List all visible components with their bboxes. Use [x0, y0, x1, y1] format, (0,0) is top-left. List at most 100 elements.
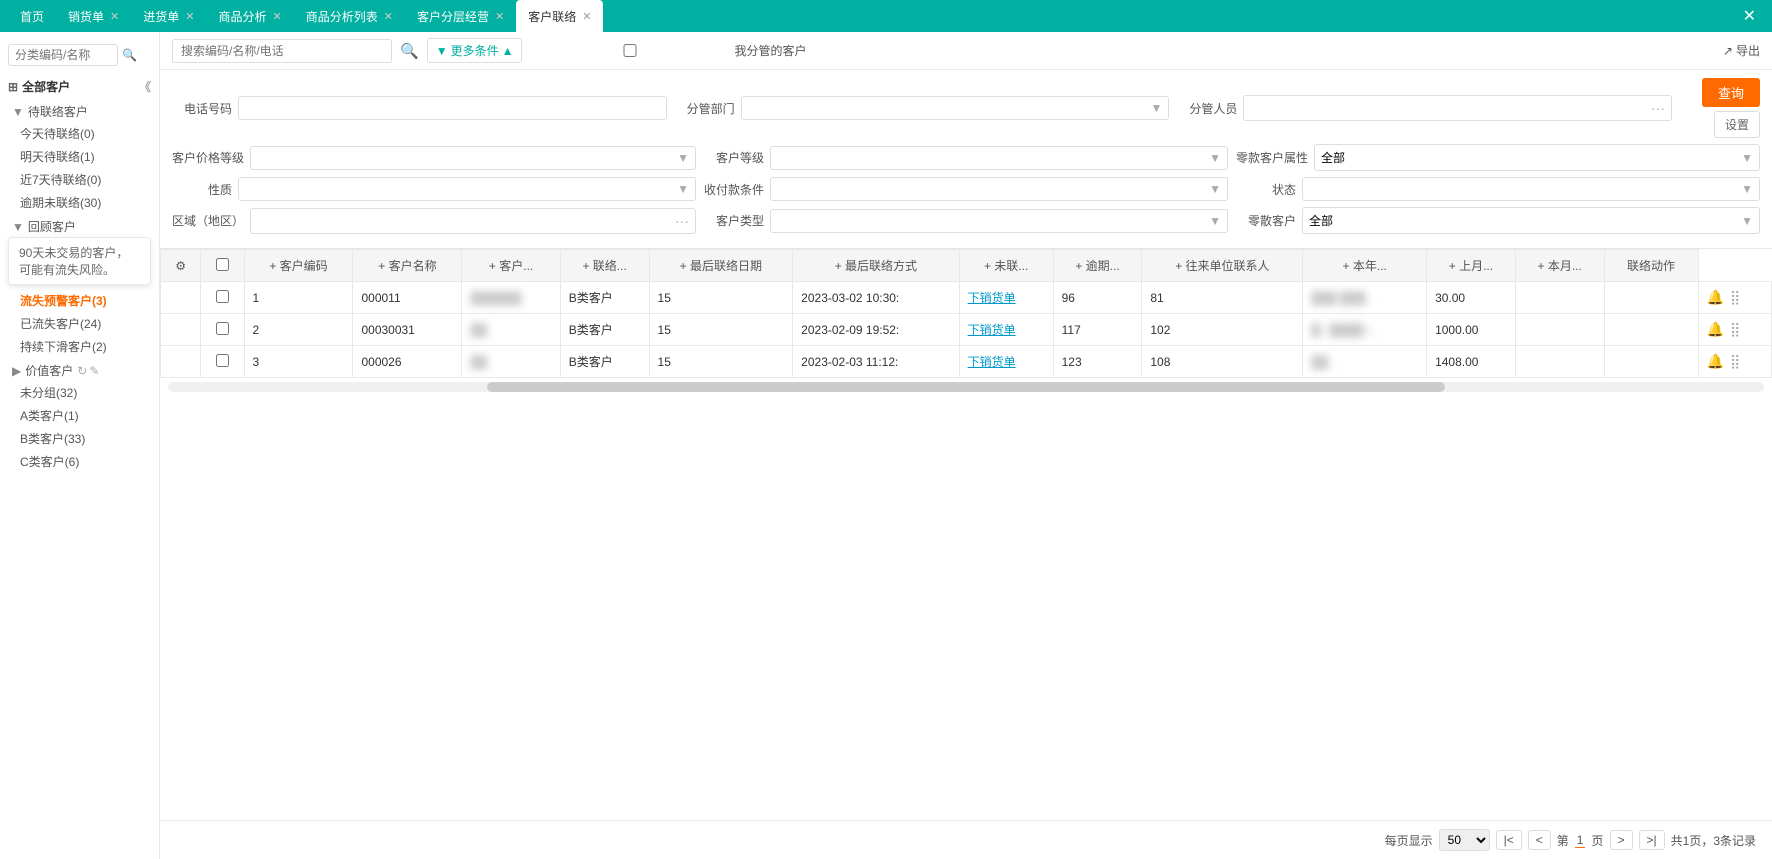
row-actions: 🔔 ⣿	[1698, 314, 1771, 346]
row-last-method[interactable]: 下销货单	[959, 282, 1053, 314]
row-contact-count: 15	[649, 346, 793, 378]
close-icon[interactable]: ✕	[185, 10, 194, 23]
row-last-method[interactable]: 下销货单	[959, 346, 1053, 378]
type-select[interactable]: ▼	[770, 209, 1228, 233]
next-page-button[interactable]: >	[1610, 830, 1633, 850]
row-contacts: ██ ...	[1303, 346, 1427, 378]
close-icon[interactable]: ✕	[495, 10, 504, 23]
search-input[interactable]	[172, 39, 392, 63]
action-contact-icon[interactable]: 🔔	[1707, 353, 1724, 370]
prev-page-button[interactable]: <	[1528, 830, 1551, 850]
phone-input[interactable]	[238, 96, 667, 120]
status-select[interactable]: ▼	[1302, 177, 1760, 201]
row-code: 000011	[353, 282, 462, 314]
action-more-icon[interactable]: ⣿	[1730, 321, 1740, 338]
retail-select[interactable]: 全部 ▼	[1302, 207, 1760, 234]
row-last-method[interactable]: 下销货单	[959, 314, 1053, 346]
sidebar-item-7days[interactable]: 近7天待联络(0)	[0, 168, 159, 191]
more-icon[interactable]: ···	[1651, 100, 1665, 116]
action-contact-icon[interactable]: 🔔	[1707, 321, 1724, 338]
row-checkbox-cell[interactable]	[201, 314, 244, 346]
row-checkbox[interactable]	[216, 290, 229, 303]
tab-sales[interactable]: 销货单 ✕	[56, 0, 131, 32]
export-button[interactable]: ↗ 导出	[1723, 42, 1760, 59]
sidebar-all-customers[interactable]: ⊞ 全部客户 《	[0, 74, 159, 99]
dept-select[interactable]: ▼	[741, 96, 1170, 120]
tab-customer-contact[interactable]: 客户联络 ✕	[516, 0, 603, 32]
tab-purchase[interactable]: 进货单 ✕	[131, 0, 206, 32]
row-uncontact: 96	[1053, 282, 1142, 314]
setting-button[interactable]: 设置	[1714, 111, 1760, 138]
sidebar-item-declining[interactable]: 持续下滑客户(2)	[0, 335, 159, 358]
row-type: B类客户	[560, 346, 649, 378]
row-checkbox-cell[interactable]	[201, 282, 244, 314]
filter-row-2: 客户价格等级 ▼ 客户等级 ▼ 零款客户属性 全部	[172, 144, 1760, 171]
retail-attr-label: 零款客户属性	[1236, 149, 1308, 166]
row-checkbox[interactable]	[216, 354, 229, 367]
row-type: B类客户	[560, 282, 649, 314]
level-select[interactable]: ▼	[770, 146, 1228, 170]
retail-attr-select[interactable]: 全部 ▼	[1314, 144, 1760, 171]
refresh-icon[interactable]: ↻	[77, 364, 87, 378]
sidebar-search-input[interactable]	[8, 44, 118, 66]
total-info: 共1页，3条记录	[1671, 832, 1756, 849]
row-actions: 🔔 ⣿	[1698, 282, 1771, 314]
action-more-icon[interactable]: ⣿	[1730, 289, 1740, 306]
row-num: 3	[244, 346, 353, 378]
price-select[interactable]: ▼	[250, 146, 696, 170]
filter-phone: 电话号码	[172, 96, 667, 120]
filter-row-4: 区域（地区） ··· 客户类型 ▼ 零散客户 全部	[172, 207, 1760, 234]
action-buttons: 查询 设置	[1680, 78, 1760, 138]
row-checkbox-cell[interactable]	[201, 346, 244, 378]
window-close-icon[interactable]: ✕	[1735, 6, 1764, 26]
horizontal-scrollbar[interactable]	[168, 382, 1764, 392]
sidebar-item-churned[interactable]: 已流失客户(24)	[0, 312, 159, 335]
action-contact-icon[interactable]: 🔔	[1707, 289, 1724, 306]
last-page-button[interactable]: >|	[1639, 830, 1665, 850]
region-select[interactable]: ···	[250, 208, 696, 234]
sidebar-item-b-class[interactable]: B类客户(33)	[0, 427, 159, 450]
close-icon[interactable]: ✕	[110, 10, 119, 23]
th-settings[interactable]: ⚙	[161, 250, 201, 282]
action-more-icon[interactable]: ⣿	[1730, 353, 1740, 370]
edit-icon[interactable]: ✎	[89, 364, 99, 378]
sidebar-item-overdue[interactable]: 逾期未联络(30)	[0, 191, 159, 214]
row-contact-count: 15	[649, 314, 793, 346]
per-page-select[interactable]: 50 100	[1439, 829, 1490, 851]
th-checkbox[interactable]	[201, 250, 244, 282]
query-button[interactable]: 查询	[1702, 78, 1760, 107]
close-icon[interactable]: ✕	[273, 10, 282, 23]
tab-analysis[interactable]: 商品分析 ✕	[206, 0, 293, 32]
person-select[interactable]: ···	[1243, 95, 1672, 121]
close-icon[interactable]: ✕	[582, 10, 591, 23]
my-customer-checkbox[interactable]	[530, 44, 730, 57]
row-checkbox[interactable]	[216, 322, 229, 335]
tab-customer-tier[interactable]: 客户分层经营 ✕	[405, 0, 516, 32]
close-icon[interactable]: ✕	[384, 10, 393, 23]
sidebar-item-today[interactable]: 今天待联络(0)	[0, 122, 159, 145]
sidebar-item-churn-warning[interactable]: 流失预警客户(3)	[0, 289, 159, 312]
sidebar-item-ungroup[interactable]: 未分组(32)	[0, 381, 159, 404]
tab-home[interactable]: 首页	[8, 0, 56, 32]
sidebar-item-c-class[interactable]: C类客户(6)	[0, 450, 159, 473]
first-page-button[interactable]: |<	[1496, 830, 1522, 850]
more-icon[interactable]: ···	[675, 213, 689, 229]
tab-analysis-list[interactable]: 商品分析列表 ✕	[294, 0, 405, 32]
row-last-date: 2023-02-09 19:52:	[793, 314, 959, 346]
select-all-checkbox[interactable]	[216, 258, 229, 271]
sidebar-section-review[interactable]: ▼ 回顾客户	[0, 214, 159, 237]
th-last-date: + 最后联络日期	[649, 250, 793, 282]
sidebar-item-a-class[interactable]: A类客户(1)	[0, 404, 159, 427]
sidebar-section-pending[interactable]: ▼ 待联络客户	[0, 99, 159, 122]
pagination: 每页显示 50 100 |< < 第 1 页 > >| 共1页，3条记录	[160, 820, 1772, 859]
payment-select[interactable]: ▼	[770, 177, 1228, 201]
th-uncontact: + 未联...	[959, 250, 1053, 282]
nature-select[interactable]: ▼	[238, 177, 696, 201]
sidebar-item-tomorrow[interactable]: 明天待联络(1)	[0, 145, 159, 168]
sidebar-search-icon[interactable]: 🔍	[122, 48, 137, 62]
search-button[interactable]: 🔍	[400, 42, 419, 60]
sidebar-section-value[interactable]: ▶ 价值客户 ↻ ✎	[0, 358, 159, 381]
my-customer-checkbox-label[interactable]: 我分管的客户	[530, 42, 806, 59]
row-overdue: 108	[1142, 346, 1303, 378]
more-filter-button[interactable]: ▼ 更多条件 ▲	[427, 38, 523, 63]
